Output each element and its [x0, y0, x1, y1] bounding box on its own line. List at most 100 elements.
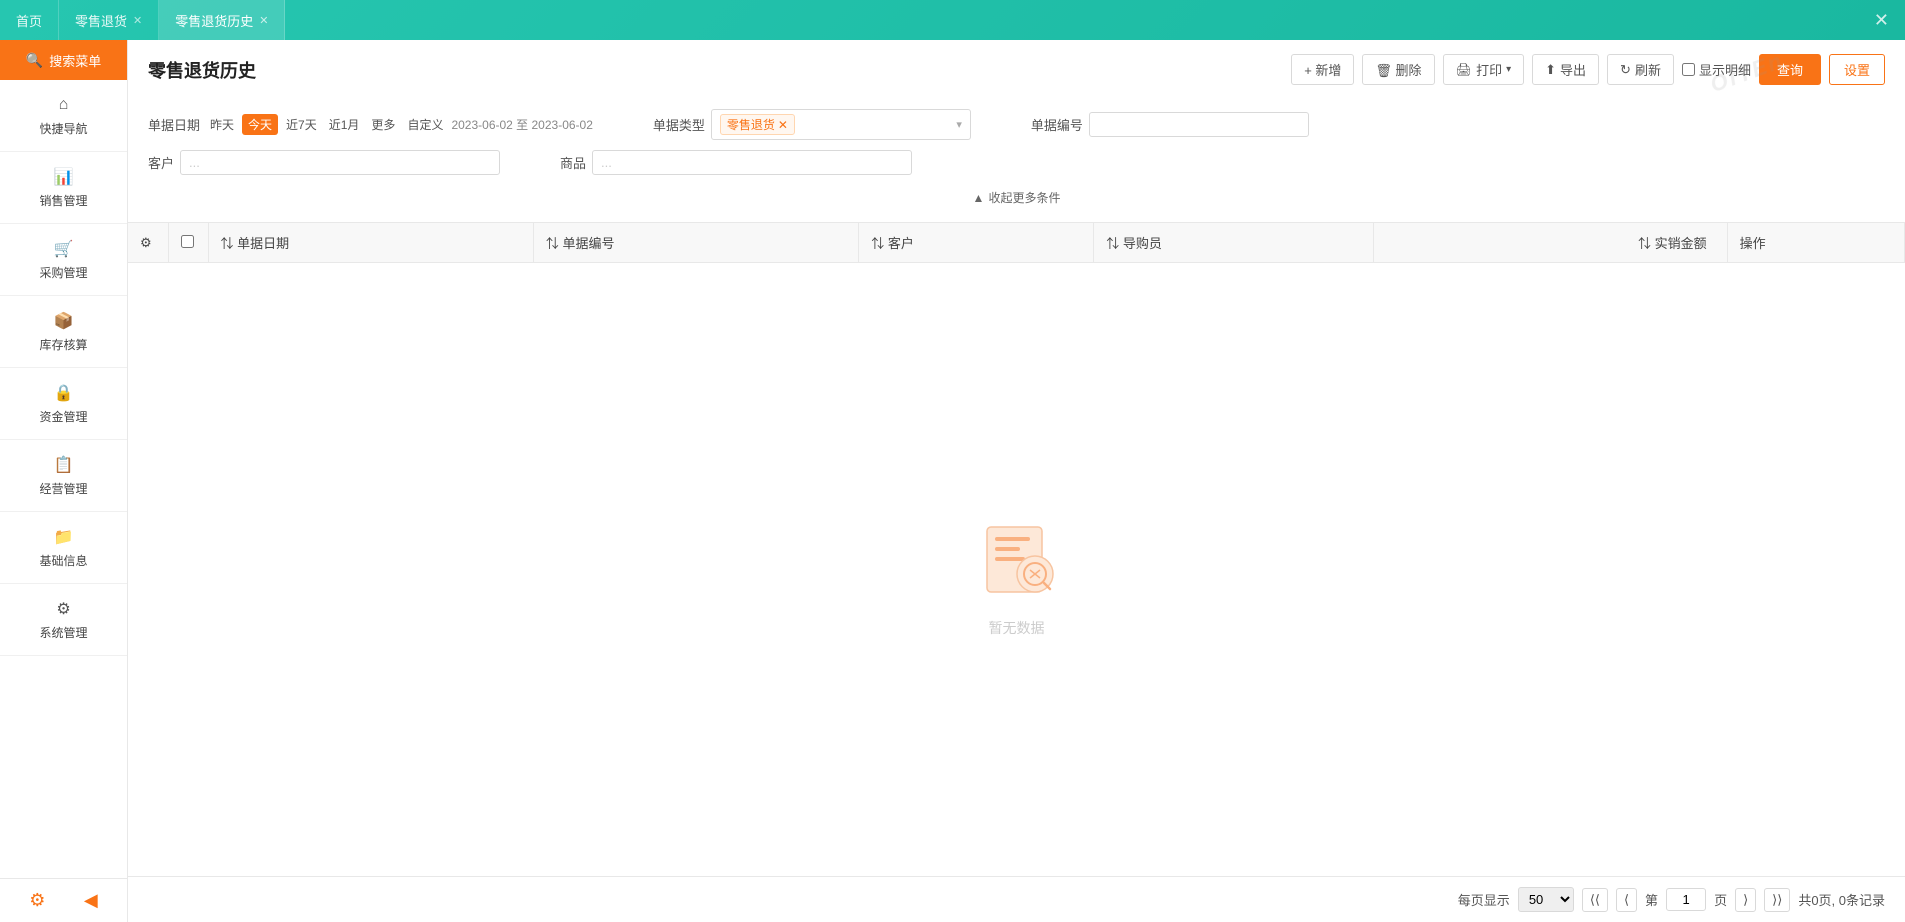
page-size-select[interactable]: 102050100 [1518, 887, 1574, 912]
page-label: 第 [1645, 890, 1658, 909]
search-icon: 🔍 [26, 52, 43, 69]
filter-area: 单据日期 昨天今天近7天近1月更多自定义2023-06-02 至 2023-06… [148, 97, 1885, 222]
type-filter-select[interactable]: 零售退货 ✕ ▾ [711, 109, 971, 140]
sidebar-item-basic-info[interactable]: 📁 基础信息 [0, 512, 127, 584]
th-action: 操作 [1727, 223, 1904, 263]
empty-icon [967, 502, 1067, 602]
close-window-button[interactable]: ✕ [1874, 10, 1889, 31]
sidebar-item-sales-mgmt[interactable]: 📊 销售管理 [0, 152, 127, 224]
sidebar-icon-basic-info: 📁 [53, 526, 75, 548]
sidebar-search[interactable]: 🔍 搜索菜单 [0, 40, 127, 80]
number-filter-input[interactable] [1089, 112, 1309, 137]
date-opt-last1m[interactable]: 近1月 [325, 114, 364, 135]
date-filter: 单据日期 昨天今天近7天近1月更多自定义2023-06-02 至 2023-06… [148, 114, 593, 135]
th-customer-label: ⇅ 客户 [871, 236, 914, 251]
sidebar-icon-sales-mgmt: 📊 [53, 166, 75, 188]
settings-icon[interactable]: ⚙ [140, 235, 152, 250]
show-detail-input[interactable] [1682, 63, 1695, 76]
content-area: 零售退货历史 + 新增 🗑 删除 🖨 打印 ▾ ⬆ 导出 ↻ [128, 40, 1905, 922]
sidebar-item-operation[interactable]: 📋 经营管理 [0, 440, 127, 512]
pagination-bar: 每页显示 102050100 ⟨⟨ ⟨ 第 1 页 ⟩ ⟩⟩ 共0页, 0条记录 [128, 876, 1905, 922]
top-tabs: 首页零售退货✕零售退货历史✕ [0, 0, 1874, 40]
th-guide-label: ⇅ 导购员 [1106, 236, 1162, 251]
sidebar-icon-quick-nav: ⌂ [53, 94, 75, 116]
top-bar: 首页零售退货✕零售退货历史✕ ✕ [0, 0, 1905, 40]
type-filter-label: 单据类型 [653, 115, 705, 134]
header-actions: + 新增 🗑 删除 🖨 打印 ▾ ⬆ 导出 ↻ 刷新 [1291, 54, 1885, 85]
th-number: ⇅ 单据编号 [533, 223, 858, 263]
last-page-button[interactable]: ⟩⟩ [1764, 888, 1790, 912]
sidebar-item-inventory[interactable]: 📦 库存核算 [0, 296, 127, 368]
goods-filter-label: 商品 [560, 153, 586, 172]
type-tag: 零售退货 ✕ [720, 114, 795, 135]
sidebar-item-finance[interactable]: 🔒 资金管理 [0, 368, 127, 440]
date-filter-label: 单据日期 [148, 115, 200, 134]
page-header: 零售退货历史 + 新增 🗑 删除 🖨 打印 ▾ ⬆ 导出 ↻ [128, 40, 1905, 223]
empty-text: 暂无数据 [989, 618, 1045, 638]
date-opt-last7[interactable]: 近7天 [282, 114, 321, 135]
first-page-button[interactable]: ⟨⟨ [1582, 888, 1608, 912]
show-detail-checkbox[interactable]: 显示明细 [1682, 60, 1751, 79]
th-amount: ⇅ 实销金额 [1374, 223, 1727, 263]
sidebar-label-sales-mgmt: 销售管理 [39, 192, 87, 209]
page-title: 零售退货历史 [148, 57, 256, 83]
sidebar-search-label: 搜索菜单 [49, 51, 101, 70]
collapse-bar[interactable]: ▲ 收起更多条件 [148, 185, 1885, 214]
table-header: ⚙ ⇅ 单据日期 ⇅ 单据编号 ⇅ 客户 [128, 223, 1905, 263]
th-amount-label: ⇅ 实销金额 [1638, 236, 1707, 251]
top-tab-retail-return[interactable]: 零售退货✕ [59, 0, 159, 40]
date-opt-today[interactable]: 今天 [242, 114, 278, 135]
settings-bottom-icon[interactable]: ⚙ [29, 890, 45, 911]
close-tab-retail-return-history[interactable]: ✕ [259, 14, 268, 27]
top-tab-home[interactable]: 首页 [0, 0, 59, 40]
sidebar-item-system[interactable]: ⚙ 系统管理 [0, 584, 127, 656]
refresh-label: 刷新 [1635, 60, 1661, 79]
date-options: 昨天今天近7天近1月更多自定义2023-06-02 至 2023-06-02 [206, 114, 593, 135]
total-label: 共0页, 0条记录 [1798, 890, 1885, 909]
th-date-label: ⇅ 单据日期 [221, 236, 290, 251]
filter-row-1: 单据日期 昨天今天近7天近1月更多自定义2023-06-02 至 2023-06… [148, 109, 1885, 140]
date-opt-yesterday[interactable]: 昨天 [206, 114, 238, 135]
filter-row-2: 客户 ... 商品 ... [148, 150, 1885, 175]
export-button[interactable]: ⬆ 导出 [1532, 54, 1599, 85]
th-customer: ⇅ 客户 [859, 223, 1094, 263]
th-date: ⇅ 单据日期 [208, 223, 533, 263]
select-all-checkbox[interactable] [181, 235, 194, 248]
refresh-icon: ↻ [1620, 62, 1631, 78]
goods-ellipsis: ... [601, 155, 612, 170]
number-filter: 单据编号 [1031, 112, 1309, 137]
date-opt-custom[interactable]: 自定义 [403, 114, 447, 135]
top-tab-retail-return-history[interactable]: 零售退货历史✕ [159, 0, 285, 40]
next-page-button[interactable]: ⟩ [1735, 888, 1756, 912]
delete-button[interactable]: 🗑 删除 [1362, 54, 1434, 85]
collapse-sidebar-icon[interactable]: ◀ [84, 890, 98, 911]
number-filter-label: 单据编号 [1031, 115, 1083, 134]
sidebar-item-quick-nav[interactable]: ⌂ 快捷导航 [0, 80, 127, 152]
sidebar-label-purchase-mgmt: 采购管理 [39, 264, 87, 281]
page-input[interactable]: 1 [1666, 888, 1706, 911]
sidebar-label-system: 系统管理 [39, 624, 87, 641]
data-table: ⚙ ⇅ 单据日期 ⇅ 单据编号 ⇅ 客户 [128, 223, 1905, 263]
query-button[interactable]: 查询 [1759, 54, 1821, 85]
date-opt-more[interactable]: 更多 [367, 114, 399, 135]
prev-page-button[interactable]: ⟨ [1616, 888, 1637, 912]
sidebar-item-purchase-mgmt[interactable]: 🛒 采购管理 [0, 224, 127, 296]
close-tab-retail-return[interactable]: ✕ [133, 14, 142, 27]
setting-button[interactable]: 设置 [1829, 54, 1885, 85]
sidebar-icon-finance: 🔒 [53, 382, 75, 404]
sidebar-icon-operation: 📋 [53, 454, 75, 476]
page-title-row: 零售退货历史 + 新增 🗑 删除 🖨 打印 ▾ ⬆ 导出 ↻ [148, 54, 1885, 85]
goods-filter-select[interactable]: ... [592, 150, 912, 175]
print-button[interactable]: 🖨 打印 ▾ [1443, 54, 1525, 85]
sidebar-items: ⌂ 快捷导航 📊 销售管理 🛒 采购管理 📦 库存核算 🔒 资金管理 📋 经营管… [0, 80, 127, 878]
refresh-button[interactable]: ↻ 刷新 [1607, 54, 1674, 85]
new-button[interactable]: + 新增 [1291, 54, 1354, 85]
sidebar-icon-system: ⚙ [53, 598, 75, 620]
sidebar-icon-purchase-mgmt: 🛒 [53, 238, 75, 260]
type-tags: 零售退货 ✕ [720, 114, 795, 135]
sidebar-label-inventory: 库存核算 [39, 336, 87, 353]
th-settings[interactable]: ⚙ [128, 223, 168, 263]
customer-filter-select[interactable]: ... [180, 150, 500, 175]
collapse-icon: ▲ [973, 191, 985, 205]
th-checkbox[interactable] [168, 223, 208, 263]
